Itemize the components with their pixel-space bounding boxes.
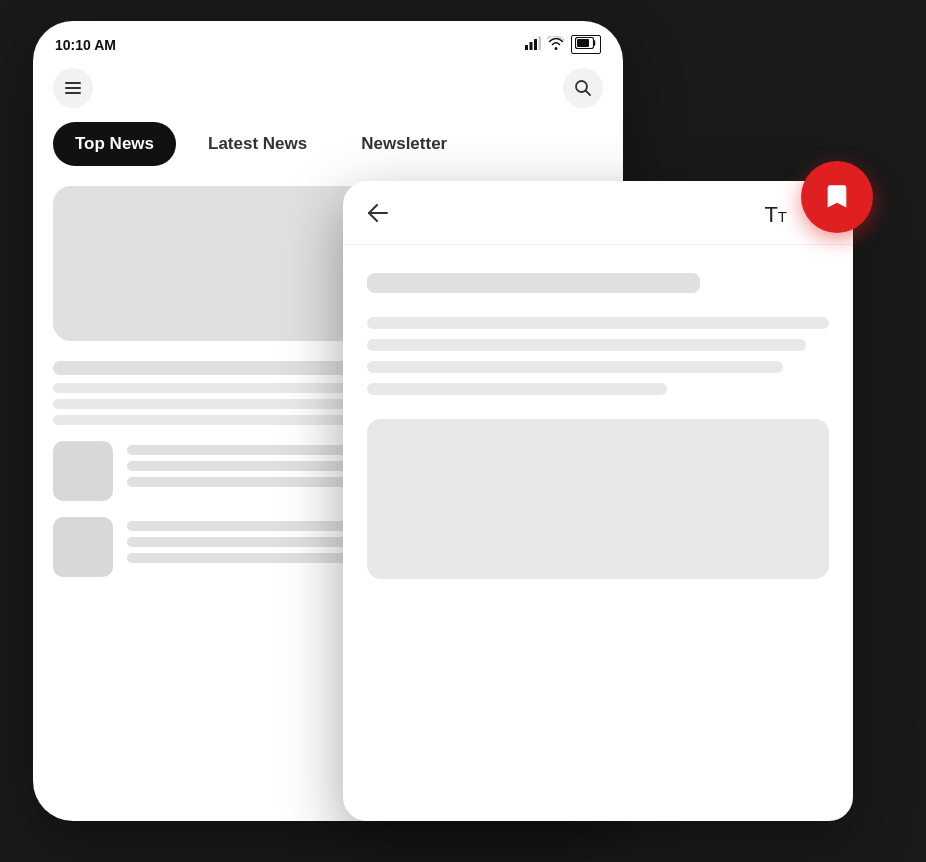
hamburger-line-3	[65, 92, 81, 94]
back-button[interactable]	[367, 202, 389, 228]
svg-rect-0	[525, 45, 528, 50]
status-icons	[525, 35, 601, 54]
svg-rect-3	[539, 36, 542, 50]
search-button[interactable]	[563, 68, 603, 108]
text-size-icon[interactable]: TT	[764, 202, 787, 228]
top-nav	[33, 62, 623, 122]
article-body-lines	[367, 317, 829, 395]
article-line	[367, 361, 783, 373]
scene: 10:10 AM	[33, 21, 893, 841]
hamburger-button[interactable]	[53, 68, 93, 108]
news-thumbnail	[53, 441, 113, 501]
hamburger-line-2	[65, 87, 81, 89]
tab-top-news[interactable]: Top News	[53, 122, 176, 166]
hamburger-line-1	[65, 82, 81, 84]
status-time: 10:10 AM	[55, 37, 116, 53]
article-image	[367, 419, 829, 579]
article-header: TT	[343, 181, 853, 245]
news-sub-bar	[53, 415, 383, 425]
svg-rect-2	[534, 39, 537, 50]
wifi-icon	[547, 36, 565, 53]
tab-newsletter[interactable]: Newsletter	[339, 122, 469, 166]
battery-icon	[571, 35, 601, 54]
article-line	[367, 317, 829, 329]
svg-rect-1	[530, 42, 533, 50]
bookmark-fab[interactable]	[801, 161, 873, 233]
article-line	[367, 339, 806, 351]
status-bar: 10:10 AM	[33, 21, 623, 62]
tab-latest-news[interactable]: Latest News	[186, 122, 329, 166]
signal-icon	[525, 36, 541, 53]
article-content	[343, 245, 853, 603]
news-thumbnail	[53, 517, 113, 577]
tab-bar: Top News Latest News Newsletter	[33, 122, 623, 166]
svg-rect-5	[577, 39, 589, 47]
phone-front: TT	[343, 181, 853, 821]
article-line	[367, 383, 667, 395]
article-title-bar	[367, 273, 700, 293]
svg-line-7	[586, 91, 591, 96]
